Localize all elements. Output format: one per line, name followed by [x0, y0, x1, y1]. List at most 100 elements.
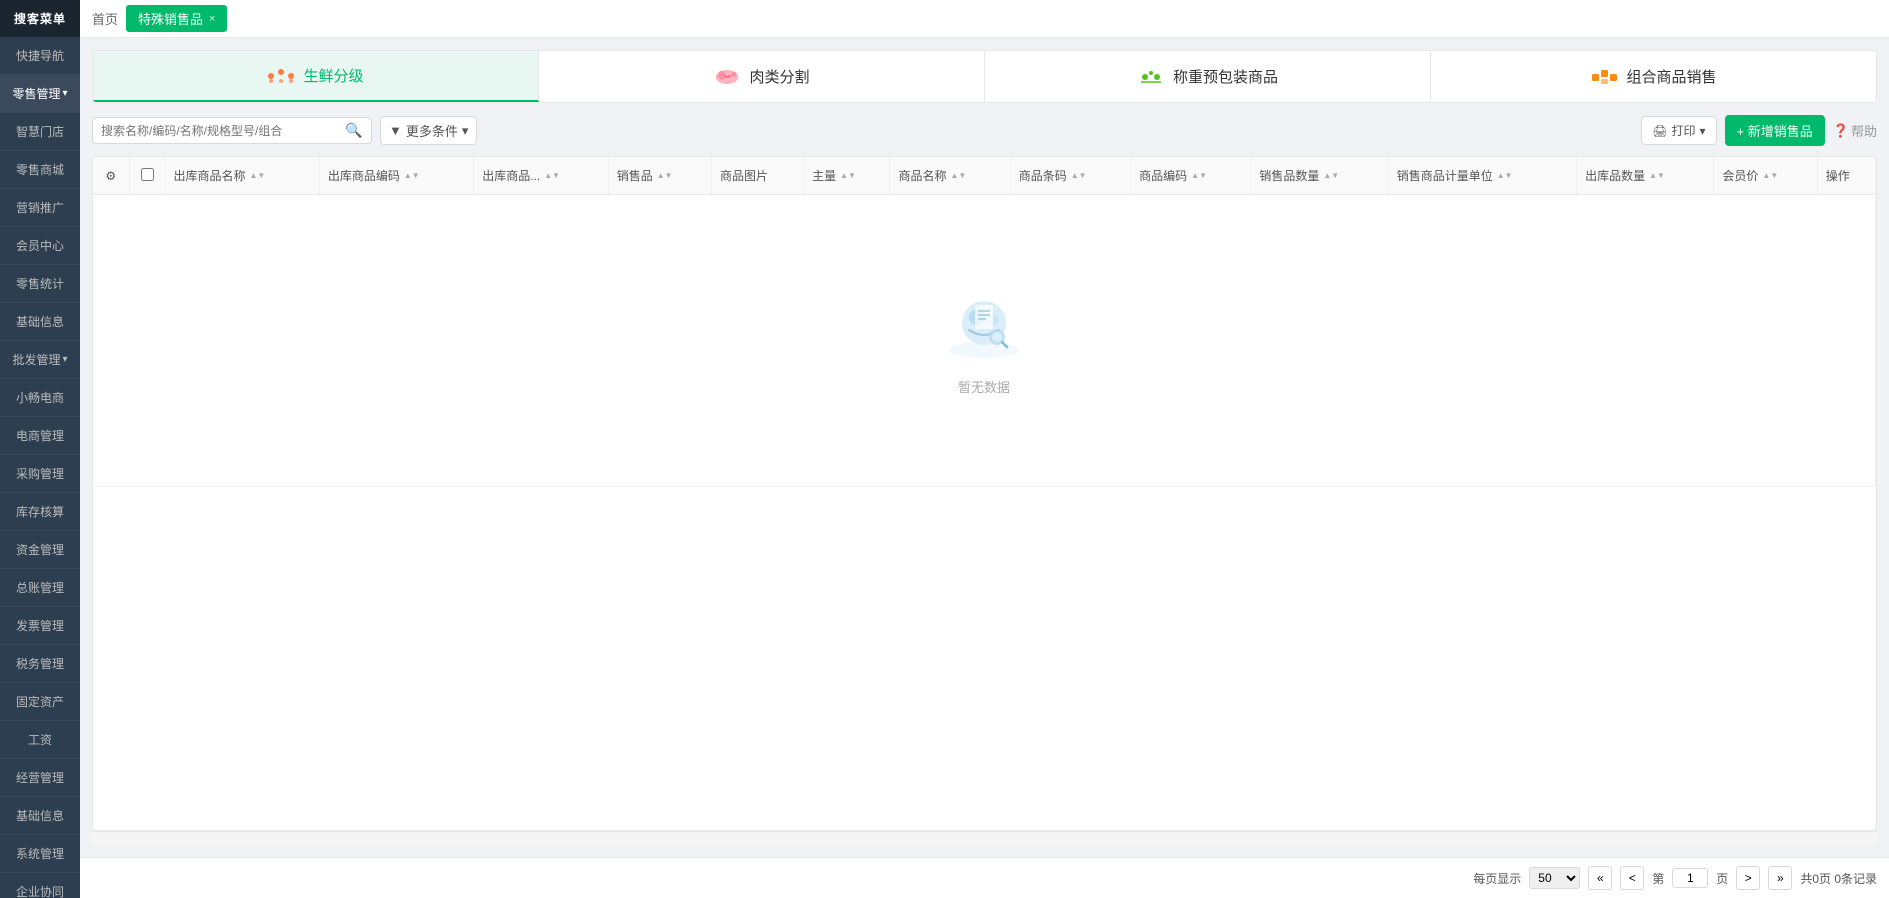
help-button[interactable]: ❓ 帮助: [1833, 121, 1877, 140]
sidebar-item-shuiwu[interactable]: 税务管理: [0, 645, 80, 683]
chevron-down-icon: ▾: [62, 88, 67, 99]
col-gear: ⚙: [93, 157, 129, 195]
total-label: 共0页 0条记录: [1800, 870, 1877, 887]
sidebar-item-lingshei[interactable]: 零售管理 ▾: [0, 75, 80, 113]
prev-page-button[interactable]: <: [1620, 866, 1644, 890]
pagination-bar: 每页显示 50 10 20 100 « < 第 页 > » 共0页 0条记录: [80, 857, 1889, 898]
sort-icon-4[interactable]: ▲▼: [657, 172, 673, 180]
col-sale-product: 销售品 ▲▼: [608, 157, 711, 195]
meat-icon: [713, 67, 741, 87]
sort-icon-10[interactable]: ▲▼: [1497, 172, 1513, 180]
col-main-qty: 主量 ▲▼: [804, 157, 890, 195]
tab-zuhe[interactable]: 组合商品销售: [1431, 51, 1876, 102]
col-outbound-code: 出库商品编码 ▲▼: [319, 157, 473, 195]
search-box[interactable]: 🔍: [92, 117, 372, 144]
chevron-down-icon-2: ▾: [62, 354, 67, 365]
sidebar-item-jichu1[interactable]: 基础信息: [0, 303, 80, 341]
sidebar-item-zhangzhang[interactable]: 总账管理: [0, 569, 80, 607]
content-area: 生鲜分级 肉类分割: [80, 38, 1889, 857]
sidebar-item-xitong[interactable]: 系统管理: [0, 835, 80, 873]
col-outbound-qty: 出库品数量 ▲▼: [1577, 157, 1714, 195]
sidebar-item-dianshang[interactable]: 电商管理: [0, 417, 80, 455]
sidebar-item-kucun[interactable]: 库存核算: [0, 493, 80, 531]
chevron-down-icon-print: ▾: [1700, 124, 1706, 138]
col-actions: 操作: [1817, 157, 1875, 195]
products-table: ⚙ 出库商品名称 ▲▼ 出库: [93, 157, 1876, 487]
sidebar-item-fapiao[interactable]: 发票管理: [0, 607, 80, 645]
filter-label: 更多条件: [406, 121, 458, 140]
empty-illustration: [939, 285, 1029, 365]
combo-icon: [1590, 67, 1618, 87]
next-page-button[interactable]: >: [1736, 866, 1760, 890]
tab-shengxian-label: 生鲜分级: [303, 65, 363, 86]
sort-icon-2[interactable]: ▲▼: [404, 172, 420, 180]
sort-icon-11[interactable]: ▲▼: [1649, 172, 1665, 180]
tab-chengzhong-label: 称重预包装商品: [1173, 66, 1278, 87]
tab-roulei-label: 肉类分割: [749, 66, 809, 87]
add-product-button[interactable]: + 新增销售品: [1725, 115, 1825, 146]
filter-button[interactable]: ▼ 更多条件 ▾: [380, 116, 477, 145]
sidebar-item-jichu2[interactable]: 基础信息: [0, 797, 80, 835]
first-page-button[interactable]: «: [1588, 866, 1612, 890]
page-size-label: 每页显示: [1473, 870, 1521, 887]
horizontal-scrollbar[interactable]: [92, 831, 1877, 845]
close-icon[interactable]: ×: [209, 13, 215, 25]
empty-state: 暂无数据: [101, 205, 1867, 476]
tab-roulei[interactable]: 肉类分割: [539, 51, 985, 102]
topbar-active-tab[interactable]: 特殊销售品 ×: [126, 5, 227, 32]
sidebar: 搜客菜单 快捷导航 零售管理 ▾ 智慧门店 零售商城 营销推广 会员中心 零售统…: [0, 0, 80, 898]
fresh-grade-icon: [267, 66, 295, 86]
sort-icon-7[interactable]: ▲▼: [1071, 172, 1087, 180]
col-outbound-more: 出库商品... ▲▼: [474, 157, 609, 195]
col-product-code: 商品编码 ▲▼: [1131, 157, 1251, 195]
search-input[interactable]: [101, 124, 341, 138]
select-all-checkbox[interactable]: [141, 168, 154, 181]
sidebar-item-jingying[interactable]: 经营管理: [0, 759, 80, 797]
sidebar-item-gudingzichan[interactable]: 固定资产: [0, 683, 80, 721]
topbar-home[interactable]: 首页: [92, 9, 118, 28]
sidebar-item-caigou[interactable]: 采购管理: [0, 455, 80, 493]
sidebar-item-gongzi[interactable]: 工资: [0, 721, 80, 759]
topbar: 首页 特殊销售品 ×: [80, 0, 1889, 38]
tab-chengzhong[interactable]: 称重预包装商品: [985, 51, 1431, 102]
sort-icon-12[interactable]: ▲▼: [1762, 172, 1778, 180]
sidebar-item-qiye[interactable]: 企业协同: [0, 873, 80, 898]
sidebar-item-lingsheitongji[interactable]: 零售统计: [0, 265, 80, 303]
sidebar-item-xiaochangdianshang[interactable]: 小畅电商: [0, 379, 80, 417]
col-sale-qty: 销售品数量 ▲▼: [1251, 157, 1388, 195]
print-button[interactable]: 🖨 打印 ▾: [1641, 116, 1716, 145]
col-product-name: 商品名称 ▲▼: [890, 157, 1010, 195]
sidebar-item-kuaijie[interactable]: 快捷导航: [0, 37, 80, 75]
sort-icon-8[interactable]: ▲▼: [1191, 172, 1207, 180]
page-unit: 页: [1716, 870, 1728, 887]
col-sale-unit: 销售商品计量单位 ▲▼: [1388, 157, 1576, 195]
page-number-input[interactable]: [1672, 868, 1708, 888]
main-area: 首页 特殊销售品 × 生鲜分级: [80, 0, 1889, 898]
page-label: 第: [1652, 870, 1664, 887]
printer-icon: 🖨: [1652, 124, 1667, 138]
filter-icon: ▼: [389, 123, 402, 138]
sidebar-item-pifa[interactable]: 批发管理 ▾: [0, 341, 80, 379]
empty-text: 暂无数据: [958, 377, 1010, 396]
sidebar-item-lingseishangcheng[interactable]: 零售商城: [0, 151, 80, 189]
topbar-tab-label: 特殊销售品: [138, 9, 203, 28]
gear-col-icon[interactable]: ⚙: [105, 169, 116, 183]
sort-icon-9[interactable]: ▲▼: [1323, 172, 1339, 180]
sort-icon-3[interactable]: ▲▼: [544, 172, 560, 180]
sort-icon-5[interactable]: ▲▼: [840, 172, 856, 180]
col-member-price: 会员价 ▲▼: [1714, 157, 1817, 195]
sort-icon-6[interactable]: ▲▼: [950, 172, 966, 180]
toolbar-left: 🔍 ▼ 更多条件 ▾: [92, 116, 477, 145]
last-page-button[interactable]: »: [1768, 866, 1792, 890]
sort-icon[interactable]: ▲▼: [250, 172, 266, 180]
sidebar-item-zijin[interactable]: 资金管理: [0, 531, 80, 569]
col-outbound-name: 出库商品名称 ▲▼: [165, 157, 319, 195]
page-size-select[interactable]: 50 10 20 100: [1529, 867, 1580, 889]
toolbar: 🔍 ▼ 更多条件 ▾ 🖨 打印 ▾ + 新增销售品 ❓ 帮助: [92, 115, 1877, 146]
sidebar-item-huiyuan[interactable]: 会员中心: [0, 227, 80, 265]
sidebar-item-yingxiao[interactable]: 营销推广: [0, 189, 80, 227]
search-icon[interactable]: 🔍: [345, 122, 362, 139]
tab-shengxian[interactable]: 生鲜分级: [93, 51, 539, 102]
table-header-row: ⚙ 出库商品名称 ▲▼ 出库: [93, 157, 1876, 195]
sidebar-item-zhihuimendian[interactable]: 智慧门店: [0, 113, 80, 151]
